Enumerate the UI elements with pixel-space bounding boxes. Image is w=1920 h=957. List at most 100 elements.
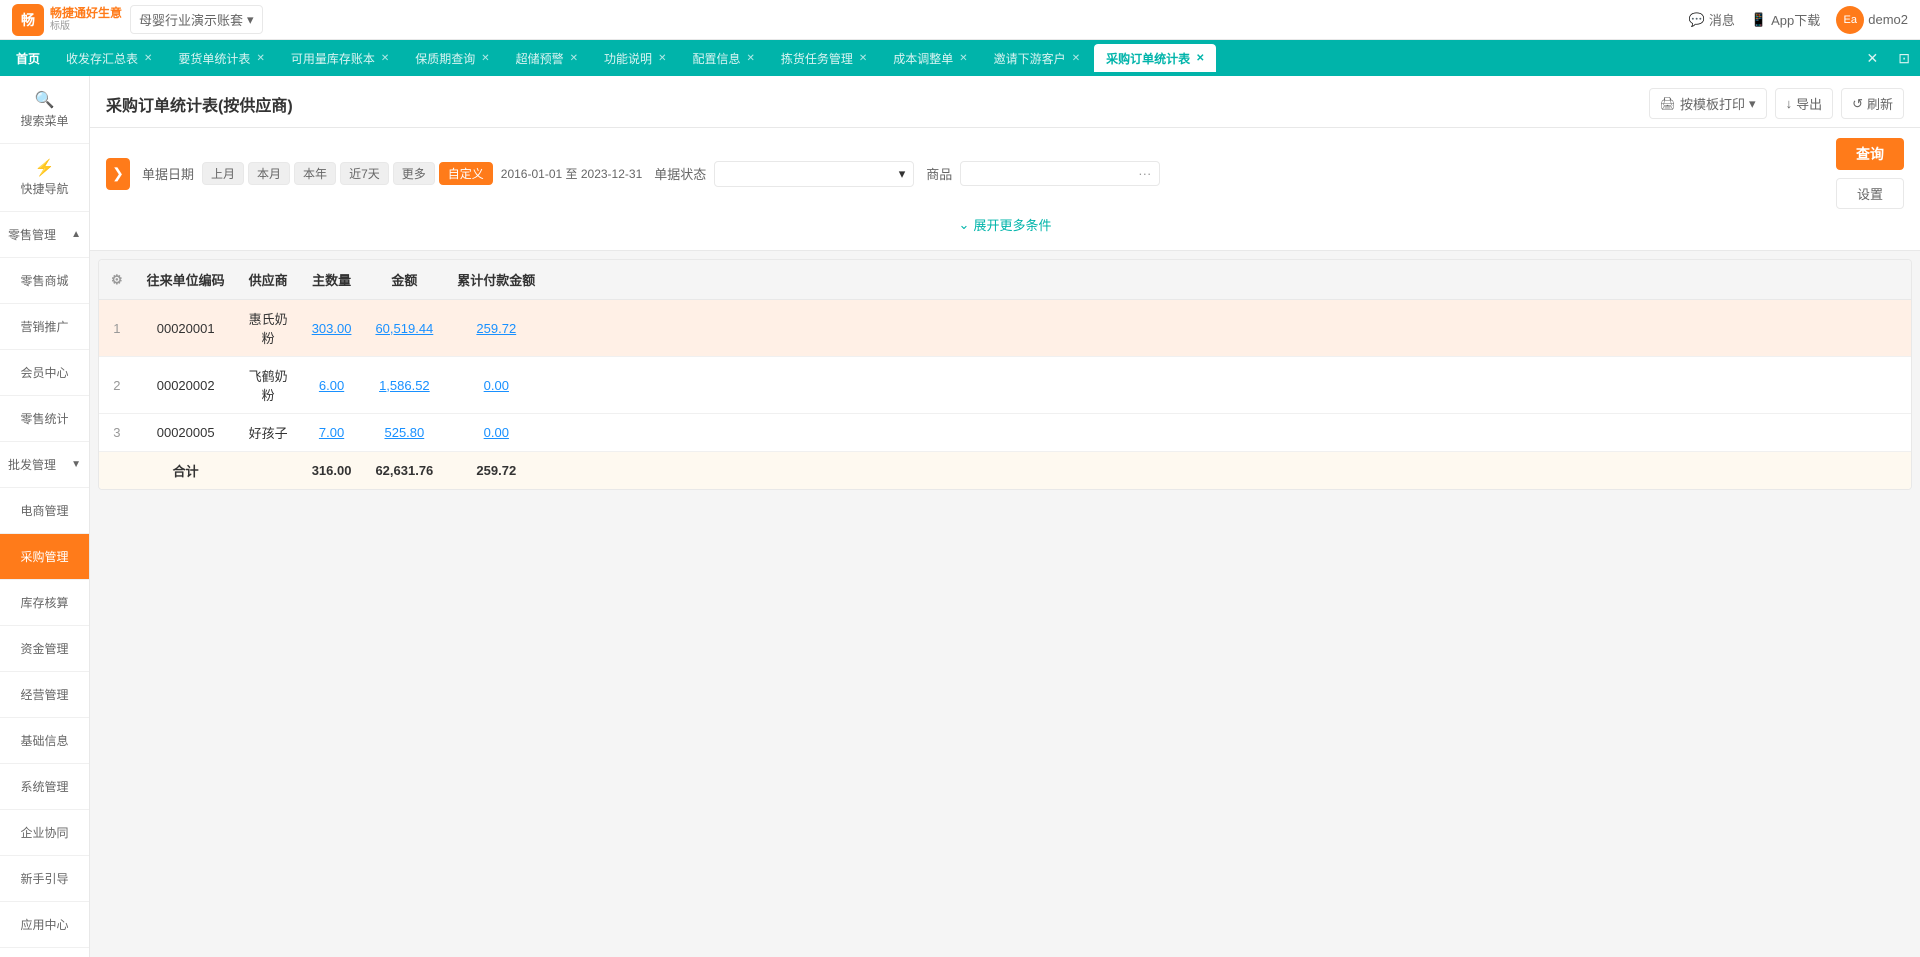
tab-chengben[interactable]: 成本调整单 ✕ xyxy=(881,44,979,72)
workspace-selector[interactable]: 母婴行业演示账套 ▾ xyxy=(130,5,263,34)
tab-close-icon[interactable]: ✕ xyxy=(1196,53,1204,64)
tab-home[interactable]: 首页 xyxy=(4,44,52,72)
tab-jianhuo[interactable]: 拣货任务管理 ✕ xyxy=(769,44,879,72)
shortcut-this-month[interactable]: 本月 xyxy=(248,162,290,185)
tab-close-icon[interactable]: ✕ xyxy=(959,53,967,64)
row-number: 3 xyxy=(99,414,135,452)
tab-close-icon[interactable]: ✕ xyxy=(1072,53,1080,64)
row-amount[interactable]: 60,519.44 xyxy=(363,300,445,357)
export-button[interactable]: ↓ 导出 xyxy=(1775,88,1834,119)
shortcut-this-year[interactable]: 本年 xyxy=(294,162,336,185)
toggle-filter-button[interactable]: ❯ xyxy=(106,158,130,190)
query-button[interactable]: 查询 xyxy=(1836,138,1904,170)
footer-amount: 62,631.76 xyxy=(363,452,445,490)
nav-tabs-right: ✕ ⊡ xyxy=(1861,48,1916,69)
logo-area: 畅 畅捷通好生意 标版 xyxy=(12,4,122,36)
settings-button[interactable]: 设置 xyxy=(1836,178,1904,209)
message-button[interactable]: 💬 消息 xyxy=(1689,10,1735,29)
tab-close-icon[interactable]: ✕ xyxy=(570,53,578,64)
row-paid[interactable]: 0.00 xyxy=(445,414,547,452)
nav-icon: ⚡ xyxy=(4,158,85,178)
goods-input[interactable]: ··· xyxy=(960,161,1160,186)
tab-baozhi[interactable]: 保质期查询 ✕ xyxy=(403,44,501,72)
restore-tab-btn[interactable]: ⊡ xyxy=(1892,48,1916,69)
col-settings[interactable]: ⚙ xyxy=(99,260,135,300)
col-amount: 金额 xyxy=(363,260,445,300)
tab-chaochu[interactable]: 超储预警 ✕ xyxy=(504,44,590,72)
app-download-button[interactable]: 📱 App下载 xyxy=(1751,10,1820,29)
tab-close-icon[interactable]: ✕ xyxy=(481,53,489,64)
tab-peizhi[interactable]: 配置信息 ✕ xyxy=(680,44,766,72)
shortcut-last-month[interactable]: 上月 xyxy=(202,162,244,185)
sidebar-item-inventory[interactable]: 库存核算 xyxy=(0,580,89,626)
export-icon: ↓ xyxy=(1786,96,1793,111)
user-area[interactable]: Ea demo2 xyxy=(1836,6,1908,34)
table-header-row: ⚙ 往来单位编码 供应商 主数量 金额 累计付款金额 xyxy=(99,260,1911,300)
sidebar-item-newbie[interactable]: 新手引导 xyxy=(0,856,89,902)
row-paid[interactable]: 259.72 xyxy=(445,300,547,357)
sidebar-item-basic-info[interactable]: 基础信息 xyxy=(0,718,89,764)
row-paid[interactable]: 0.00 xyxy=(445,357,547,414)
sidebar-item-app-center[interactable]: 应用中心 xyxy=(0,902,89,948)
sidebar-item-operations[interactable]: 经营管理 xyxy=(0,672,89,718)
tab-gongneng[interactable]: 功能说明 ✕ xyxy=(592,44,678,72)
col-qty: 主数量 xyxy=(300,260,364,300)
sidebar-item-marketing[interactable]: 营销推广 xyxy=(0,304,89,350)
date-label: 单据日期 xyxy=(142,164,194,183)
tab-close-icon[interactable]: ✕ xyxy=(256,53,264,64)
row-amount[interactable]: 525.80 xyxy=(363,414,445,452)
content-area: 采购订单统计表(按供应商) 🖨 按模板打印 ▾ ↓ 导出 ↺ 刷新 xyxy=(90,76,1920,957)
filter-row-1: ❯ 单据日期 上月 本月 本年 近7天 更多 自定义 2016-01-01 至 xyxy=(106,138,1904,209)
tab-close-icon[interactable]: ✕ xyxy=(658,53,666,64)
print-button[interactable]: 🖨 按模板打印 ▾ xyxy=(1649,88,1767,119)
tab-close-icon[interactable]: ✕ xyxy=(859,53,867,64)
page-header: 采购订单统计表(按供应商) 🖨 按模板打印 ▾ ↓ 导出 ↺ 刷新 xyxy=(90,76,1920,128)
table-row: 1 00020001 惠氏奶粉 303.00 60,519.44 259.72 xyxy=(99,300,1911,357)
footer-label: 合计 xyxy=(135,452,237,490)
sidebar-item-system[interactable]: 系统管理 xyxy=(0,764,89,810)
row-supplier: 好孩子 xyxy=(237,414,300,452)
footer-empty3 xyxy=(547,452,1911,490)
sidebar-item-retail-mgmt[interactable]: 零售管理 ▲ xyxy=(0,212,89,258)
row-qty[interactable]: 6.00 xyxy=(300,357,364,414)
sidebar-item-member[interactable]: 会员中心 xyxy=(0,350,89,396)
row-qty[interactable]: 303.00 xyxy=(300,300,364,357)
sidebar-item-wechat[interactable]: 企业微信 xyxy=(0,948,89,957)
logo-icon: 畅 xyxy=(12,4,44,36)
nav-tabs: 首页 收发存汇总表 ✕ 要货单统计表 ✕ 可用量库存账本 ✕ 保质期查询 ✕ 超… xyxy=(0,40,1920,76)
sidebar-item-finance[interactable]: 资金管理 xyxy=(0,626,89,672)
data-table: ⚙ 往来单位编码 供应商 主数量 金额 累计付款金额 1 00020001 惠氏… xyxy=(98,259,1912,490)
expand-more-button[interactable]: ⌄ 展开更多条件 xyxy=(106,209,1904,240)
tab-close-icon[interactable]: ✕ xyxy=(144,53,152,64)
row-empty xyxy=(547,414,1911,452)
sidebar-item-retail-mall[interactable]: 零售商城 xyxy=(0,258,89,304)
sidebar-item-enterprise[interactable]: 企业协同 xyxy=(0,810,89,856)
shortcut-7days[interactable]: 近7天 xyxy=(340,162,389,185)
status-select[interactable]: ▾ xyxy=(714,161,914,187)
sidebar-item-quicknav[interactable]: ⚡ 快捷导航 xyxy=(0,144,89,212)
filter-area: ❯ 单据日期 上月 本月 本年 近7天 更多 自定义 2016-01-01 至 xyxy=(90,128,1920,251)
goods-filter-group: 商品 ··· xyxy=(926,161,1160,186)
row-amount[interactable]: 1,586.52 xyxy=(363,357,445,414)
refresh-button[interactable]: ↺ 刷新 xyxy=(1841,88,1904,119)
sidebar-item-search[interactable]: 🔍 搜索菜单 xyxy=(0,76,89,144)
tab-yaoqing[interactable]: 邀请下游客户 ✕ xyxy=(982,44,1092,72)
status-filter-group: 单据状态 ▾ xyxy=(654,161,914,187)
row-supplier: 飞鹤奶粉 xyxy=(237,357,300,414)
tab-close-icon[interactable]: ✕ xyxy=(381,53,389,64)
row-qty[interactable]: 7.00 xyxy=(300,414,364,452)
tab-yaohuodan[interactable]: 要货单统计表 ✕ xyxy=(166,44,276,72)
shortcut-custom[interactable]: 自定义 xyxy=(439,162,493,185)
shortcut-more[interactable]: 更多 xyxy=(393,162,435,185)
tab-close-icon[interactable]: ✕ xyxy=(746,53,754,64)
sidebar-item-wholesale[interactable]: 批发管理 ▼ xyxy=(0,442,89,488)
tab-caigou-active[interactable]: 采购订单统计表 ✕ xyxy=(1094,44,1216,72)
avatar: Ea xyxy=(1836,6,1864,34)
tab-keyongliang[interactable]: 可用量库存账本 ✕ xyxy=(279,44,401,72)
sidebar-item-ecommerce[interactable]: 电商管理 xyxy=(0,488,89,534)
sidebar-item-purchase[interactable]: 采购管理 xyxy=(0,534,89,580)
tab-shoufacun[interactable]: 收发存汇总表 ✕ xyxy=(54,44,164,72)
sidebar-item-retail-stats[interactable]: 零售统计 xyxy=(0,396,89,442)
close-tab-btn[interactable]: ✕ xyxy=(1861,48,1885,69)
table-row: 2 00020002 飞鹤奶粉 6.00 1,586.52 0.00 xyxy=(99,357,1911,414)
